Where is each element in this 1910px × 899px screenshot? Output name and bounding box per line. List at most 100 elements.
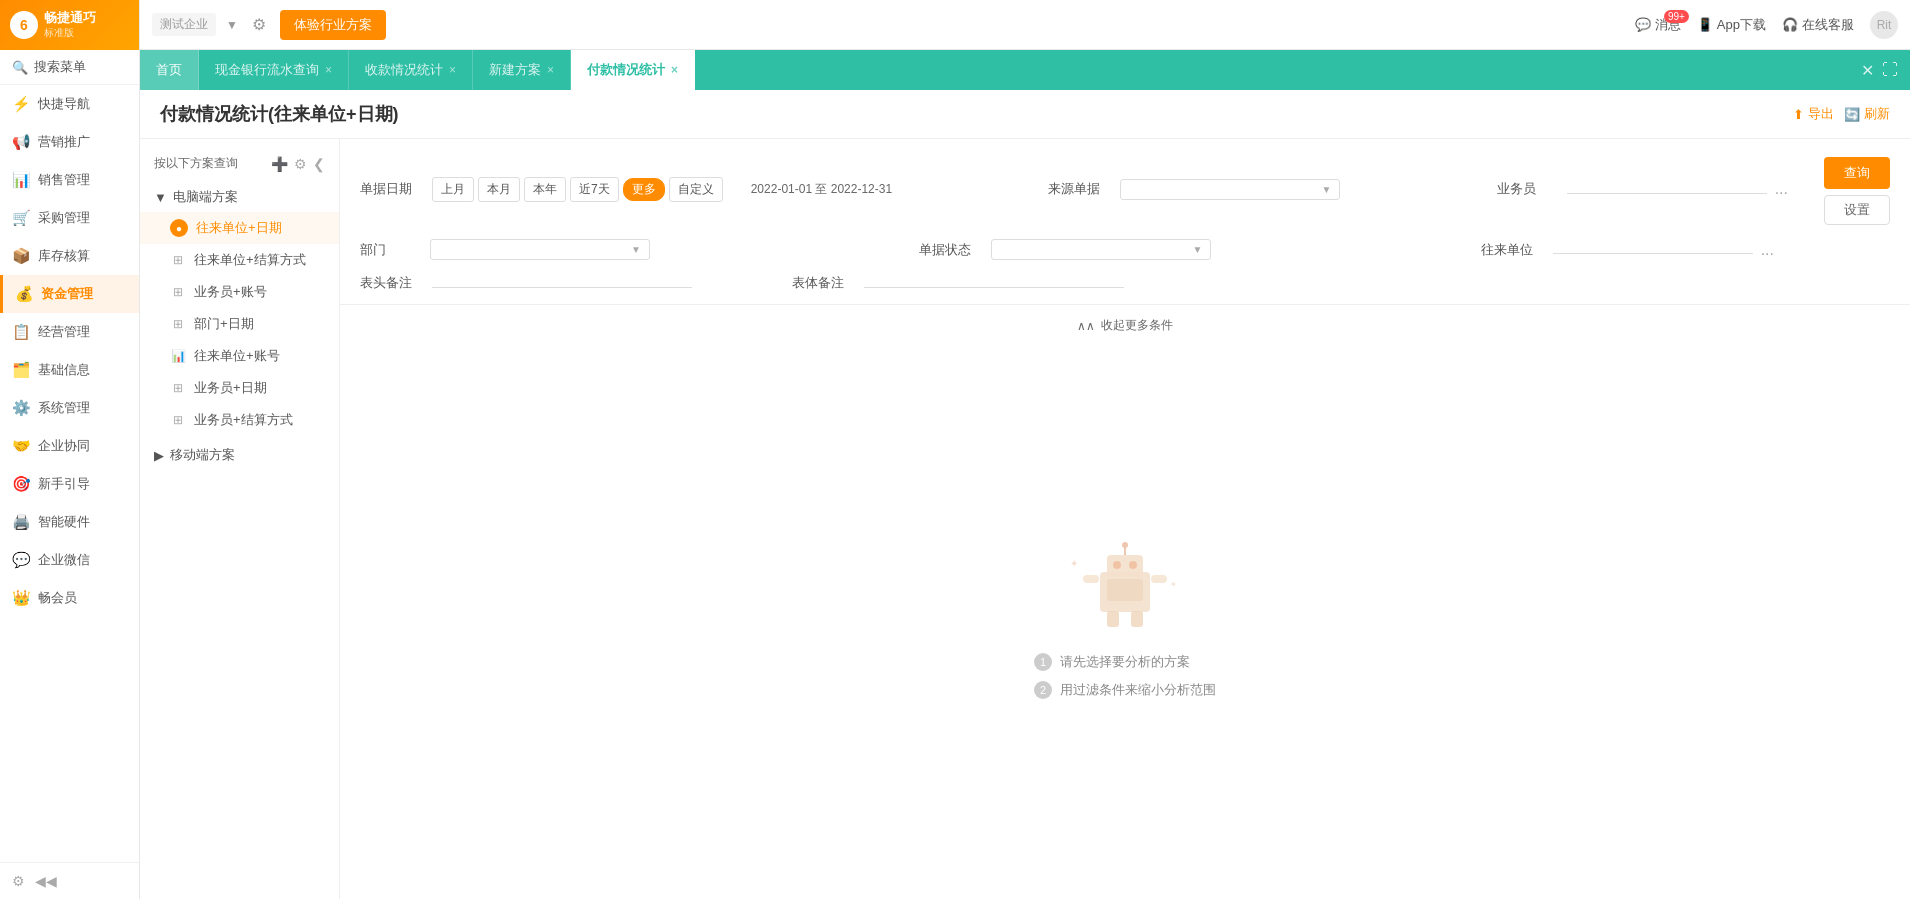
scheme-dept-date[interactable]: ⊞ 部门+日期	[140, 308, 339, 340]
staff-input[interactable]	[1567, 185, 1767, 194]
mobile-group: ▶ 移动端方案	[140, 440, 339, 470]
sidebar-item-label: 系统管理	[38, 399, 90, 417]
svg-rect-8	[1151, 575, 1167, 583]
doc-status-select[interactable]: ▼	[991, 239, 1211, 260]
refresh-label: 刷新	[1864, 105, 1890, 123]
org-name: 测试企业	[160, 17, 208, 31]
trial-btn[interactable]: 体验行业方案	[280, 10, 386, 40]
date-btn-7days[interactable]: 近7天	[570, 177, 619, 202]
org-selector[interactable]: 测试企业	[152, 13, 216, 36]
panel-collapse-icon[interactable]: ❮	[313, 156, 325, 172]
sidebar: 6 畅捷通巧 标准版 🔍 搜索菜单 ⚡ 快捷导航 📢 营销推广 📊 销售管理	[0, 0, 140, 899]
filter-row-2: 部门 ▼ 单据状态 ▼ 往来	[360, 239, 1890, 260]
add-scheme-icon[interactable]: ➕	[271, 156, 288, 172]
sidebar-item-fund[interactable]: 💰 资金管理	[0, 275, 139, 313]
collapse-btn-label: 收起更多条件	[1101, 317, 1173, 334]
partner-filter-label: 往来单位	[1481, 241, 1533, 259]
service-action[interactable]: 🎧 在线客服	[1782, 16, 1854, 34]
mobile-group-title[interactable]: ▶ 移动端方案	[140, 440, 339, 470]
partner-settlement-icon: ⊞	[170, 252, 186, 268]
app-download-action[interactable]: 📱 App下载	[1697, 16, 1766, 34]
collapse-btn[interactable]: ∧∧ 收起更多条件	[1077, 311, 1173, 340]
sidebar-item-member[interactable]: 👑 畅会员	[0, 579, 139, 617]
scheme-staff-date[interactable]: ⊞ 业务员+日期	[140, 372, 339, 404]
scheme-partner-date[interactable]: ● 往来单位+日期	[140, 212, 339, 244]
sidebar-item-guide[interactable]: 🎯 新手引导	[0, 465, 139, 503]
tab-bank-flow[interactable]: 现金银行流水查询 ×	[199, 50, 349, 90]
tab-home-label: 首页	[156, 61, 182, 79]
sidebar-item-label: 企业协同	[38, 437, 90, 455]
tab-payment-stat[interactable]: 付款情况统计 ×	[571, 50, 695, 90]
tab-receipt-stat-close[interactable]: ×	[449, 63, 456, 77]
partner-input[interactable]	[1553, 245, 1753, 254]
sidebar-footer: ⚙ ◀◀	[0, 862, 139, 899]
empty-state: ✦ ✦ 1 请先选择要分析的方案 2 用过滤条件来缩小分析范围	[340, 346, 1910, 899]
svg-rect-10	[1131, 611, 1143, 627]
scheme-settings-icon[interactable]: ⚙	[294, 156, 307, 172]
topbar-settings-icon[interactable]: ⚙	[252, 15, 266, 34]
svg-rect-9	[1107, 611, 1119, 627]
collapse-sidebar-icon[interactable]: ◀◀	[35, 873, 57, 889]
date-btn-last-month[interactable]: 上月	[432, 177, 474, 202]
tab-home[interactable]: 首页	[140, 50, 199, 90]
date-btn-this-month[interactable]: 本月	[478, 177, 520, 202]
user-avatar[interactable]: Rit	[1870, 11, 1898, 39]
tab-receipt-stat[interactable]: 收款情况统计 ×	[349, 50, 473, 90]
sidebar-item-wechat[interactable]: 💬 企业微信	[0, 541, 139, 579]
scheme-partner-settlement[interactable]: ⊞ 往来单位+结算方式	[140, 244, 339, 276]
service-icon: 🎧	[1782, 17, 1798, 32]
sidebar-item-purchase[interactable]: 🛒 采购管理	[0, 199, 139, 237]
body-note-input[interactable]	[864, 279, 1124, 288]
sidebar-item-system[interactable]: ⚙️ 系统管理	[0, 389, 139, 427]
sidebar-item-marketing[interactable]: 📢 营销推广	[0, 123, 139, 161]
tab-bank-flow-close[interactable]: ×	[325, 63, 332, 77]
date-btn-this-year[interactable]: 本年	[524, 177, 566, 202]
sidebar-item-hardware[interactable]: 🖨️ 智能硬件	[0, 503, 139, 541]
message-action[interactable]: 💬 消息 99+	[1635, 16, 1681, 34]
date-btn-custom[interactable]: 自定义	[669, 177, 723, 202]
org-dropdown-icon[interactable]: ▼	[226, 18, 238, 32]
export-btn[interactable]: ⬆ 导出	[1793, 105, 1834, 123]
sidebar-item-inventory[interactable]: 📦 库存核算	[0, 237, 139, 275]
dept-select[interactable]: ▼	[430, 239, 650, 260]
tab-new-scheme[interactable]: 新建方案 ×	[473, 50, 571, 90]
header-note-input[interactable]	[432, 279, 692, 288]
sidebar-item-operation[interactable]: 📋 经营管理	[0, 313, 139, 351]
partner-dots[interactable]: ...	[1761, 241, 1774, 259]
close-window-icon[interactable]: ✕	[1861, 61, 1874, 80]
sidebar-item-sales[interactable]: 📊 销售管理	[0, 161, 139, 199]
filter-row-1: 单据日期 上月 本月 本年 近7天 更多 自定义 2022-01-01 至 20…	[360, 153, 1890, 225]
query-btn[interactable]: 查询	[1824, 157, 1890, 189]
staff-settlement-icon: ⊞	[170, 412, 186, 428]
settings-footer-icon[interactable]: ⚙	[12, 873, 25, 889]
tab-new-scheme-close[interactable]: ×	[547, 63, 554, 77]
desktop-group-title[interactable]: ▼ 电脑端方案	[140, 182, 339, 212]
sidebar-item-label: 智能硬件	[38, 513, 90, 531]
quick-nav-icon: ⚡	[12, 95, 30, 113]
app-label: App下载	[1717, 16, 1766, 34]
collapse-btn-container: ∧∧ 收起更多条件	[340, 304, 1910, 346]
scheme-staff-settlement[interactable]: ⊞ 业务员+结算方式	[140, 404, 339, 436]
staff-settlement-label: 业务员+结算方式	[194, 411, 293, 429]
topbar: 测试企业 ▼ ⚙ 体验行业方案 💬 消息 99+ 📱 App下载 🎧 在线客服	[140, 0, 1910, 50]
settings-btn[interactable]: 设置	[1824, 195, 1890, 225]
staff-dots[interactable]: ...	[1775, 180, 1788, 198]
scheme-partner-account[interactable]: 📊 往来单位+账号	[140, 340, 339, 372]
sidebar-item-basic-info[interactable]: 🗂️ 基础信息	[0, 351, 139, 389]
maximize-window-icon[interactable]: ⛶	[1882, 61, 1898, 79]
export-icon: ⬆	[1793, 107, 1804, 122]
staff-filter-label: 业务员	[1497, 180, 1547, 198]
date-btn-more[interactable]: 更多	[623, 178, 665, 201]
sidebar-item-quick-nav[interactable]: ⚡ 快捷导航	[0, 85, 139, 123]
scheme-staff-account[interactable]: ⊞ 业务员+账号	[140, 276, 339, 308]
sidebar-header: 6 畅捷通巧 标准版	[0, 0, 139, 50]
partner-settlement-label: 往来单位+结算方式	[194, 251, 306, 269]
sidebar-item-label: 畅会员	[38, 589, 77, 607]
tab-payment-stat-close[interactable]: ×	[671, 63, 678, 77]
desktop-group: ▼ 电脑端方案 ● 往来单位+日期 ⊞ 往来单位+结算方式 ⊞ 业务员+账号	[140, 182, 339, 436]
hardware-icon: 🖨️	[12, 513, 30, 531]
refresh-btn[interactable]: 🔄 刷新	[1844, 105, 1890, 123]
search-menu[interactable]: 🔍 搜索菜单	[0, 50, 139, 85]
sidebar-item-enterprise[interactable]: 🤝 企业协同	[0, 427, 139, 465]
source-select[interactable]: ▼	[1120, 179, 1340, 200]
